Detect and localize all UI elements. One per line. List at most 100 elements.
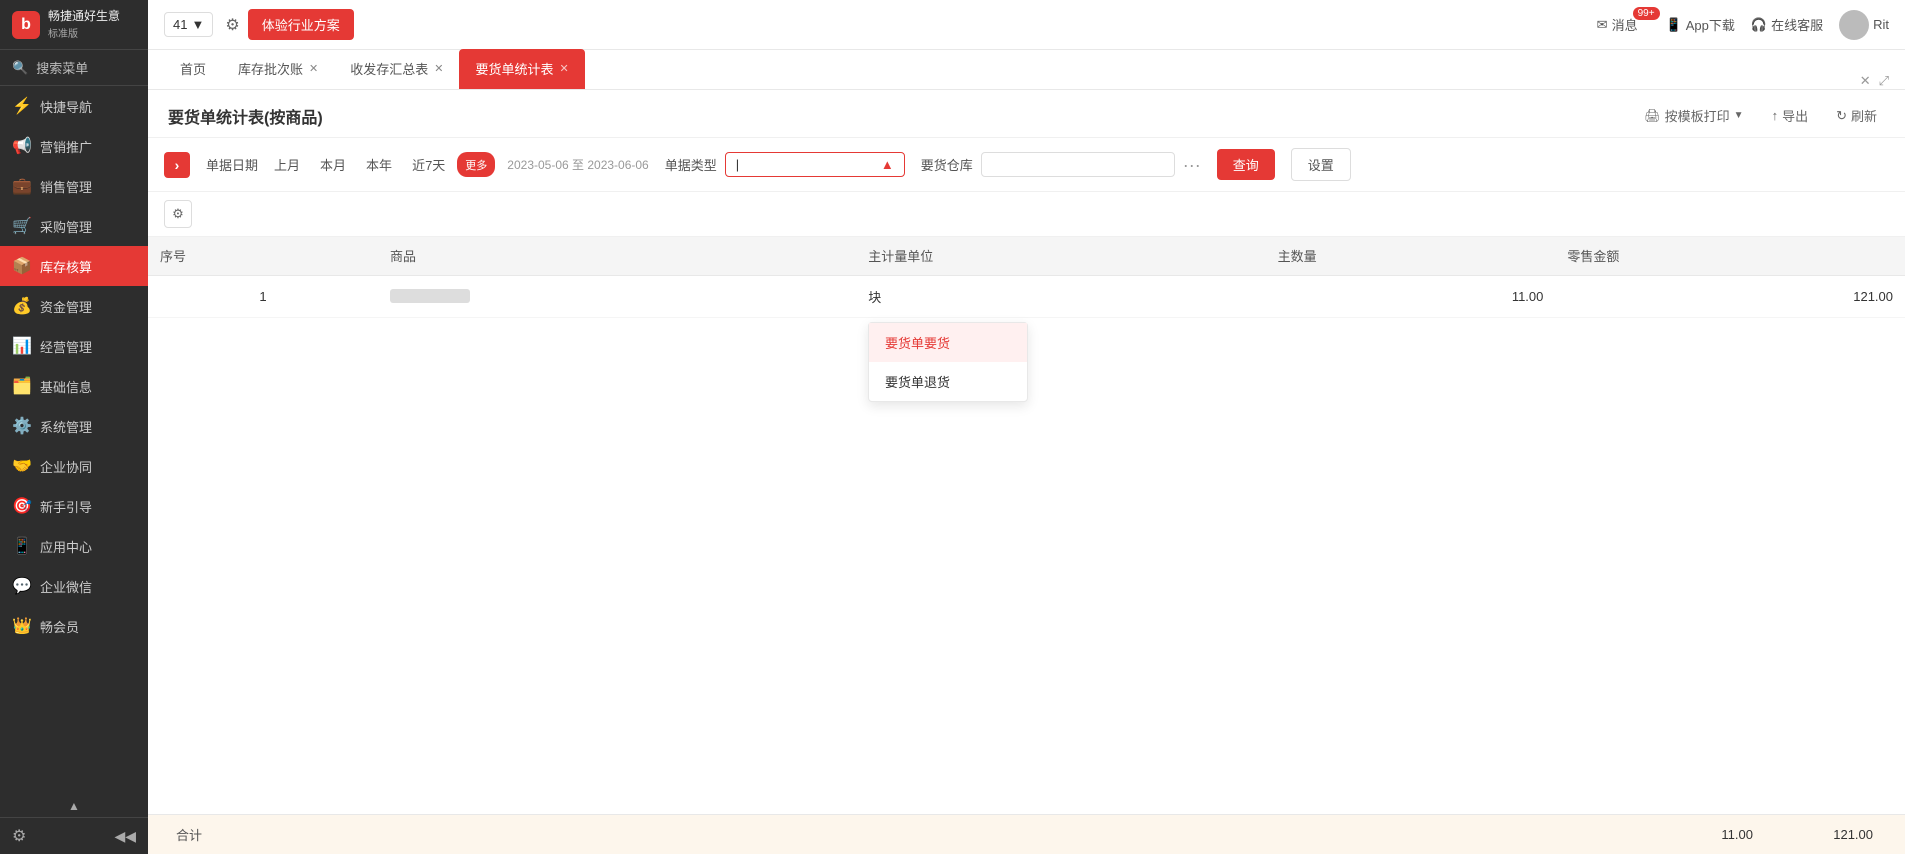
sidebar-label: 采购管理 <box>40 217 92 236</box>
main-area: 41 ▼ ⚙ 体验行业方案 ✉ 消息 99+ 📱 App下载 🎧 在线客服 R <box>148 0 1905 854</box>
current-year-btn[interactable]: 本年 <box>358 152 400 177</box>
date-filter-label: 单据日期 <box>206 155 258 174</box>
tab-close-icon[interactable]: ✕ <box>560 62 569 75</box>
sidebar-label: 新手引导 <box>40 497 92 516</box>
date-range-display: 2023-05-06 至 2023-06-06 <box>507 156 648 173</box>
tab-home[interactable]: 首页 <box>164 49 222 89</box>
tab-inventory[interactable]: 库存批次账 ✕ <box>222 49 334 89</box>
sidebar-item-xitong[interactable]: ⚙️ 系统管理 <box>0 406 148 446</box>
avatar <box>1839 10 1869 40</box>
prev-month-btn[interactable]: 上月 <box>266 152 308 177</box>
tab-receivables[interactable]: 收发存汇总表 ✕ <box>334 49 459 89</box>
filter-expand-button[interactable]: › <box>164 152 190 178</box>
last7days-btn[interactable]: 近7天 <box>404 152 453 177</box>
sidebar-item-kuaijie[interactable]: ⚡ 快捷导航 <box>0 86 148 126</box>
data-table: 序号 商品 主计量单位 主数量 零售金额 1 <box>148 237 1905 318</box>
sidebar-item-jichu[interactable]: 🗂️ 基础信息 <box>0 366 148 406</box>
header-settings-icon[interactable]: ⚙ <box>225 15 239 35</box>
message-button[interactable]: ✉ 消息 99+ <box>1597 15 1650 34</box>
app-download-label: App下载 <box>1686 15 1735 34</box>
tab-label: 要货单统计表 <box>475 59 553 78</box>
sidebar-label: 畅会员 <box>40 617 79 636</box>
table-row: 1 块 11.00 121.00 <box>148 275 1905 317</box>
print-icon: 🖨 <box>1644 108 1661 124</box>
page-header: 要货单统计表(按商品) 🖨 按模板打印 ▼ ↑ 导出 ↻ 刷新 <box>148 90 1905 138</box>
export-icon: ↑ <box>1772 108 1779 123</box>
dropdown-item-yaohuo[interactable]: 要货单要货 <box>869 323 1027 362</box>
sidebar-item-xiaoshou[interactable]: 💼 销售管理 <box>0 166 148 206</box>
col-header-product: 商品 <box>378 237 856 275</box>
sidebar-item-caigou[interactable]: 🛒 采购管理 <box>0 206 148 246</box>
sidebar-search-label: 搜索菜单 <box>36 58 88 77</box>
collapse-icon[interactable]: ◀◀ <box>114 828 136 845</box>
user-name: Rit <box>1873 17 1889 32</box>
tab-close-icon[interactable]: ✕ <box>309 62 318 75</box>
dropdown-item-tuihuo[interactable]: 要货单退货 <box>869 362 1027 401</box>
promo-button[interactable]: 体验行业方案 <box>248 9 354 40</box>
top-header: 41 ▼ ⚙ 体验行业方案 ✉ 消息 99+ 📱 App下载 🎧 在线客服 R <box>148 0 1905 50</box>
sidebar-item-weixin[interactable]: 💬 企业微信 <box>0 566 148 606</box>
refresh-label: 刷新 <box>1851 106 1877 125</box>
footer-qty: 11.00 <box>1653 827 1753 842</box>
sidebar-item-jingying[interactable]: 📊 经营管理 <box>0 326 148 366</box>
chevron-up-icon: ▲ <box>881 157 894 172</box>
crown-icon: 👑 <box>12 616 32 636</box>
tab-label: 库存批次账 <box>238 59 303 78</box>
gear-icon: ⚙ <box>172 206 184 222</box>
sidebar-item-xinshou[interactable]: 🎯 新手引导 <box>0 486 148 526</box>
export-button[interactable]: ↑ 导出 <box>1764 102 1817 129</box>
col-header-amount: 零售金额 <box>1555 237 1905 275</box>
refresh-button[interactable]: ↻ 刷新 <box>1828 102 1885 129</box>
message-badge: 99+ <box>1633 7 1660 20</box>
more-dates-btn[interactable]: 更多 <box>457 152 495 177</box>
footer-label: 合计 <box>164 825 214 844</box>
sidebar-label: 资金管理 <box>40 297 92 316</box>
store-selector[interactable]: 41 ▼ <box>164 12 213 37</box>
sidebar-item-app[interactable]: 📱 应用中心 <box>0 526 148 566</box>
logo-badge: 标准版 <box>48 25 120 40</box>
query-button[interactable]: 查询 <box>1217 149 1275 180</box>
sidebar-scroll-up[interactable]: ▲ <box>0 795 148 817</box>
settings-button[interactable]: 设置 <box>1291 148 1351 181</box>
tab-close-icon[interactable]: ✕ <box>434 62 443 75</box>
window-close-icon[interactable]: ✕ <box>1860 73 1871 89</box>
app-download-button[interactable]: 📱 App下载 <box>1666 15 1735 34</box>
sidebar-item-yingxiao[interactable]: 📢 营销推广 <box>0 126 148 166</box>
type-filter-label: 单据类型 <box>665 155 717 174</box>
product-blurred <box>390 289 470 303</box>
sidebar-item-zijin[interactable]: 💰 资金管理 <box>0 286 148 326</box>
table-settings-gear[interactable]: ⚙ <box>164 200 192 228</box>
sidebar-search-item[interactable]: 🔍 搜索菜单 <box>0 50 148 86</box>
sidebar-label: 经营管理 <box>40 337 92 356</box>
sidebar-item-qiye[interactable]: 🤝 企业协同 <box>0 446 148 486</box>
sidebar-label: 快捷导航 <box>40 97 92 116</box>
col-header-unit: 主计量单位 <box>856 237 1265 275</box>
gear-icon: ⚙️ <box>12 416 32 436</box>
page-actions: 🖨 按模板打印 ▼ ↑ 导出 ↻ 刷新 <box>1636 102 1885 129</box>
type-dropdown-menu: 要货单要货 要货单退货 <box>868 322 1028 402</box>
settings-bottom-icon[interactable]: ⚙ <box>12 826 26 846</box>
current-month-btn[interactable]: 本月 <box>312 152 354 177</box>
col-header-qty: 主数量 <box>1266 237 1556 275</box>
sidebar-label: 应用中心 <box>40 537 92 556</box>
window-maximize-icon[interactable]: ⤢ <box>1879 73 1889 89</box>
filter-more-icon[interactable]: ··· <box>1183 156 1201 174</box>
footer-amount: 121.00 <box>1773 827 1873 842</box>
sidebar-item-kucun[interactable]: 📦 库存核算 <box>0 246 148 286</box>
sidebar-bottom: ⚙ ◀◀ <box>0 817 148 854</box>
user-menu[interactable]: Rit <box>1839 10 1889 40</box>
header-right: ✉ 消息 99+ 📱 App下载 🎧 在线客服 Rit <box>1597 10 1889 40</box>
print-button[interactable]: 🖨 按模板打印 ▼ <box>1636 102 1751 129</box>
warehouse-input[interactable] <box>981 152 1175 177</box>
table-header-row: 序号 商品 主计量单位 主数量 零售金额 <box>148 237 1905 275</box>
sidebar-item-huiyuan[interactable]: 👑 畅会员 <box>0 606 148 646</box>
tab-order-stats[interactable]: 要货单统计表 ✕ <box>459 49 584 89</box>
cell-product <box>378 275 856 317</box>
tabs-bar: 首页 库存批次账 ✕ 收发存汇总表 ✕ 要货单统计表 ✕ ✕ ⤢ <box>148 50 1905 90</box>
sidebar-label: 库存核算 <box>40 257 92 276</box>
online-service-button[interactable]: 🎧 在线客服 <box>1751 15 1823 34</box>
mobile-icon: 📱 <box>12 536 32 556</box>
sidebar-label: 企业协同 <box>40 457 92 476</box>
type-select[interactable]: | ▲ <box>725 152 905 177</box>
sidebar-label: 基础信息 <box>40 377 92 396</box>
